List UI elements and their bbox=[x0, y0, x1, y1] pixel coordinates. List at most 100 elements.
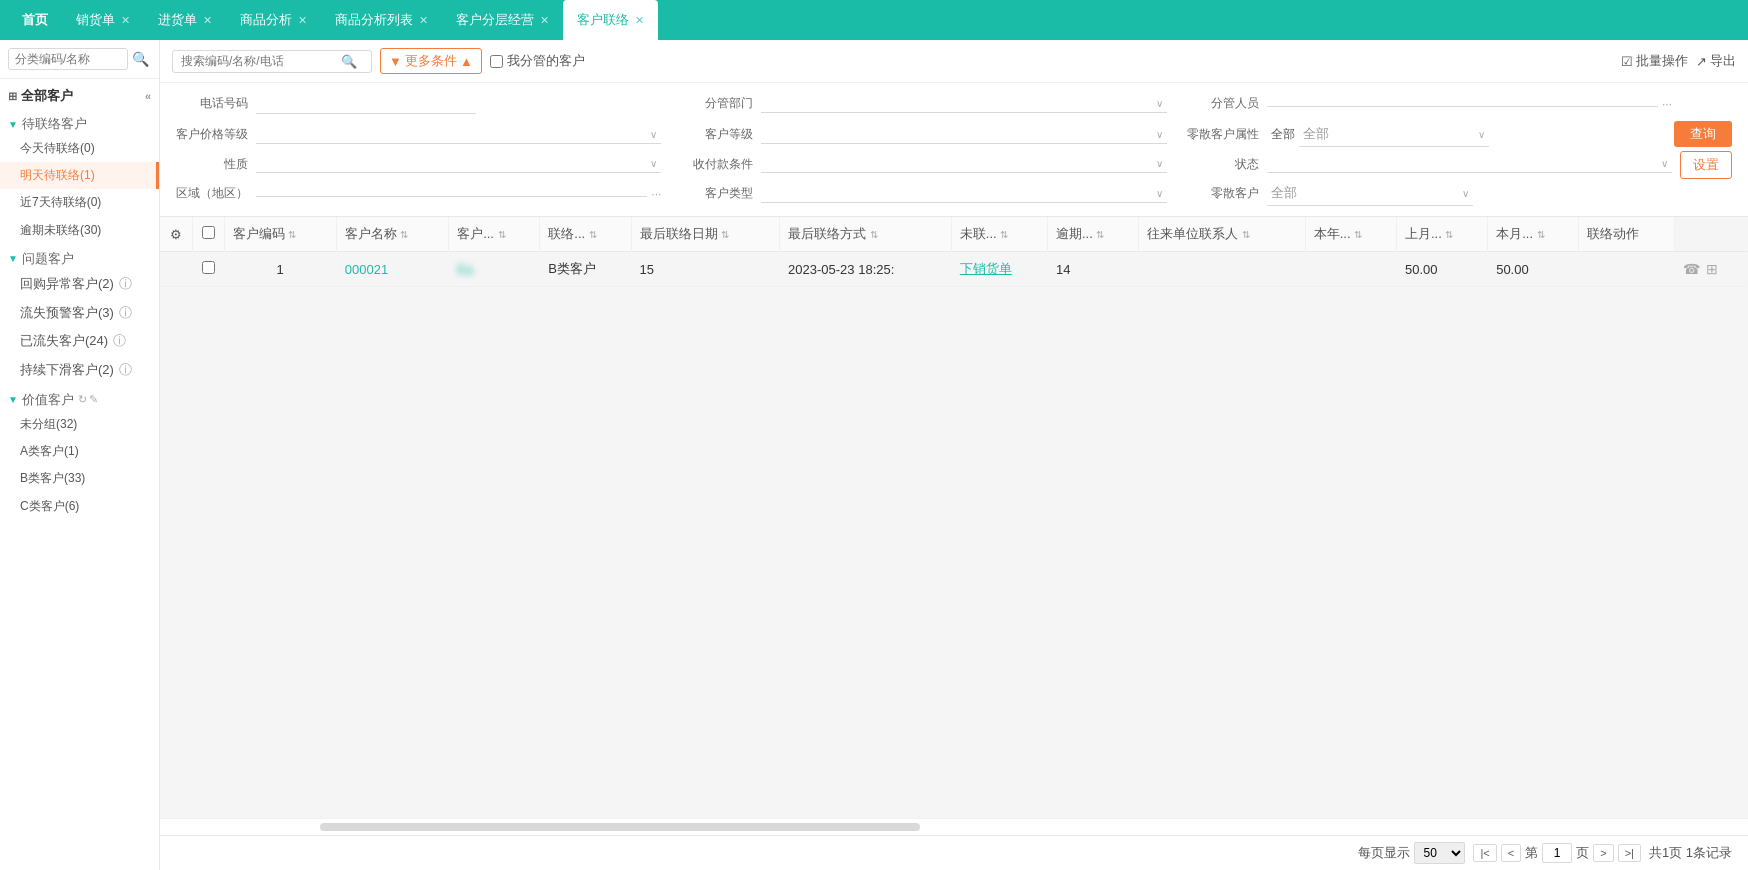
row-action-icon2[interactable]: ⊞ bbox=[1706, 261, 1718, 277]
sidebar-item-churned[interactable]: 已流失客户(24) ⓘ bbox=[0, 327, 159, 356]
main-search-icon[interactable]: 🔍 bbox=[341, 54, 357, 69]
col-contact-person[interactable]: 往来单位联系人 ⇅ bbox=[1139, 217, 1306, 252]
filter-select-nature[interactable]: ∨ bbox=[256, 155, 661, 173]
sidebar-search-input[interactable] bbox=[8, 48, 128, 70]
nav-customer-contact-close[interactable]: ✕ bbox=[635, 14, 644, 27]
main-search-input[interactable] bbox=[181, 54, 341, 68]
filter-label-phone: 电话号码 bbox=[176, 95, 256, 112]
row-check[interactable] bbox=[192, 252, 224, 287]
batch-op-button[interactable]: ☑ 批量操作 bbox=[1621, 52, 1688, 70]
row-last-contact-method[interactable]: 下销货单 bbox=[951, 252, 1047, 287]
filter-input-phone[interactable] bbox=[256, 93, 476, 114]
filter-select-retail-attr[interactable]: 全部 ∨ bbox=[1299, 122, 1490, 147]
page-input[interactable] bbox=[1542, 843, 1572, 863]
filter-row-4: 区域（地区） ··· 客户类型 ∨ bbox=[176, 181, 1672, 206]
filter-cell-nature: 性质 ∨ bbox=[176, 155, 661, 173]
sidebar-all-customers[interactable]: ⊞ 全部客户 « bbox=[0, 79, 159, 109]
filter-select-customer-level[interactable]: ∨ bbox=[761, 126, 1166, 144]
col-check[interactable] bbox=[192, 217, 224, 252]
row-code[interactable]: 000021 bbox=[336, 252, 448, 287]
sidebar-item-ungrouped[interactable]: 未分组(32) bbox=[0, 411, 159, 438]
nav-purchase-close[interactable]: ✕ bbox=[203, 14, 212, 27]
filter-label-price-level: 客户价格等级 bbox=[176, 126, 256, 143]
filter-select-region[interactable] bbox=[256, 190, 647, 197]
filter-dots-region[interactable]: ··· bbox=[651, 187, 661, 201]
sidebar-item-tomorrow[interactable]: 明天待联络(1) bbox=[0, 162, 159, 189]
per-page-select[interactable]: 50 100 200 bbox=[1414, 842, 1465, 864]
more-filters-button[interactable]: ▼ 更多条件 ▲ bbox=[380, 48, 482, 74]
sidebar-item-abnormal[interactable]: 回购异常客户(2) ⓘ bbox=[0, 270, 159, 299]
sidebar-group-pending[interactable]: ▼ 待联络客户 bbox=[0, 109, 159, 135]
collapse-icon[interactable]: « bbox=[145, 90, 151, 102]
col-last-contact-method[interactable]: 最后联络方式 ⇅ bbox=[780, 217, 952, 252]
nav-customer-tier-close[interactable]: ✕ bbox=[540, 14, 549, 27]
export-button[interactable]: ↗ 导出 bbox=[1696, 52, 1736, 70]
col-customer-type[interactable]: 客户... ⇅ bbox=[449, 217, 540, 252]
nav-sales[interactable]: 销货单 ✕ bbox=[62, 0, 144, 40]
col-gear[interactable]: ⚙ bbox=[160, 217, 192, 252]
nav-customer-tier[interactable]: 客户分层经营 ✕ bbox=[442, 0, 563, 40]
sidebar-item-today[interactable]: 今天待联络(0) bbox=[0, 135, 159, 162]
col-customer-code[interactable]: 客户编码 ⇅ bbox=[224, 217, 336, 252]
edit-icon[interactable]: ✎ bbox=[89, 393, 98, 406]
table-body: 1 000021 Ea B类客户 15 2023-05-23 18:25: 下销… bbox=[160, 252, 1748, 287]
sidebar-item-churn-warning[interactable]: 流失预警客户(3) ⓘ bbox=[0, 299, 159, 328]
sidebar-search-icon[interactable]: 🔍 bbox=[132, 51, 149, 67]
filter-row-2: 客户价格等级 ∨ 客户等级 ∨ bbox=[176, 122, 1672, 147]
row-checkbox[interactable] bbox=[202, 261, 215, 274]
sidebar-group-value[interactable]: ▼ 价值客户 ↻ ✎ bbox=[0, 385, 159, 411]
filter-select-price-level[interactable]: ∨ bbox=[256, 126, 661, 144]
total-records: 共1页 1条记录 bbox=[1649, 844, 1732, 862]
col-this-year[interactable]: 本年... ⇅ bbox=[1305, 217, 1396, 252]
next-page-btn[interactable]: > bbox=[1593, 844, 1613, 862]
col-contact-count[interactable]: 联络... ⇅ bbox=[540, 217, 631, 252]
col-action[interactable]: 联络动作 bbox=[1579, 217, 1675, 252]
chevron-down-dept: ∨ bbox=[1156, 98, 1163, 109]
refresh-icon[interactable]: ↻ bbox=[78, 393, 87, 406]
sidebar-item-overdue[interactable]: 逾期未联络(30) bbox=[0, 217, 159, 244]
filter-select-payment[interactable]: ∨ bbox=[761, 155, 1166, 173]
sidebar-item-c-class[interactable]: C类客户(6) bbox=[0, 493, 159, 520]
last-page-btn[interactable]: >| bbox=[1618, 844, 1641, 862]
filter-cell-status: 状态 ∨ bbox=[1187, 155, 1672, 173]
first-page-btn[interactable]: |< bbox=[1473, 844, 1496, 862]
sidebar-item-7days[interactable]: 近7天待联络(0) bbox=[0, 189, 159, 216]
select-all-checkbox[interactable] bbox=[202, 226, 215, 239]
col-uncontacted[interactable]: 未联... ⇅ bbox=[951, 217, 1047, 252]
nav-sales-close[interactable]: ✕ bbox=[121, 14, 130, 27]
nav-purchase[interactable]: 进货单 ✕ bbox=[144, 0, 226, 40]
nav-customer-contact[interactable]: 客户联络 ✕ bbox=[563, 0, 658, 40]
row-action-icon1[interactable]: ☎ bbox=[1683, 261, 1700, 277]
query-button[interactable]: 查询 bbox=[1674, 121, 1732, 147]
filter-select-status[interactable]: ∨ bbox=[1267, 155, 1672, 173]
filter-select-person[interactable] bbox=[1267, 100, 1658, 107]
sidebar-group-problem[interactable]: ▼ 问题客户 bbox=[0, 244, 159, 270]
nav-product-list[interactable]: 商品分析列表 ✕ bbox=[321, 0, 442, 40]
prev-page-btn[interactable]: < bbox=[1501, 844, 1521, 862]
col-overdue[interactable]: 逾期... ⇅ bbox=[1047, 217, 1138, 252]
nav-product-list-close[interactable]: ✕ bbox=[419, 14, 428, 27]
horizontal-scrollbar[interactable] bbox=[320, 823, 920, 831]
filter-row-3: 性质 ∨ 收付款条件 ∨ bbox=[176, 155, 1672, 173]
row-name[interactable]: Ea bbox=[449, 252, 540, 287]
my-customers-checkbox-wrap[interactable]: 我分管的客户 bbox=[490, 52, 585, 70]
info-icon-abnormal: ⓘ bbox=[119, 276, 132, 291]
sidebar-item-b-class[interactable]: B类客户(33) bbox=[0, 465, 159, 492]
filter-select-dept[interactable]: ∨ bbox=[761, 95, 1166, 113]
col-last-contact-date[interactable]: 最后联络日期 ⇅ bbox=[631, 217, 780, 252]
filter-select-customer-type[interactable]: ∨ bbox=[761, 185, 1166, 203]
col-last-month[interactable]: 上月... ⇅ bbox=[1396, 217, 1487, 252]
grid-icon: ⊞ bbox=[8, 90, 17, 103]
filter-dots-person[interactable]: ··· bbox=[1662, 97, 1672, 111]
row-num: 1 bbox=[224, 252, 336, 287]
col-this-month[interactable]: 本月... ⇅ bbox=[1488, 217, 1579, 252]
my-customers-checkbox[interactable] bbox=[490, 55, 503, 68]
nav-home[interactable]: 首页 bbox=[8, 0, 62, 40]
sidebar-item-a-class[interactable]: A类客户(1) bbox=[0, 438, 159, 465]
settings-button[interactable]: 设置 bbox=[1680, 151, 1732, 179]
nav-product-analysis[interactable]: 商品分析 ✕ bbox=[226, 0, 321, 40]
sidebar-item-declining[interactable]: 持续下滑客户(2) ⓘ bbox=[0, 356, 159, 385]
filter-select-retail-customer[interactable]: 全部 ∨ bbox=[1267, 181, 1474, 206]
nav-product-analysis-close[interactable]: ✕ bbox=[298, 14, 307, 27]
col-customer-name[interactable]: 客户名称 ⇅ bbox=[336, 217, 448, 252]
